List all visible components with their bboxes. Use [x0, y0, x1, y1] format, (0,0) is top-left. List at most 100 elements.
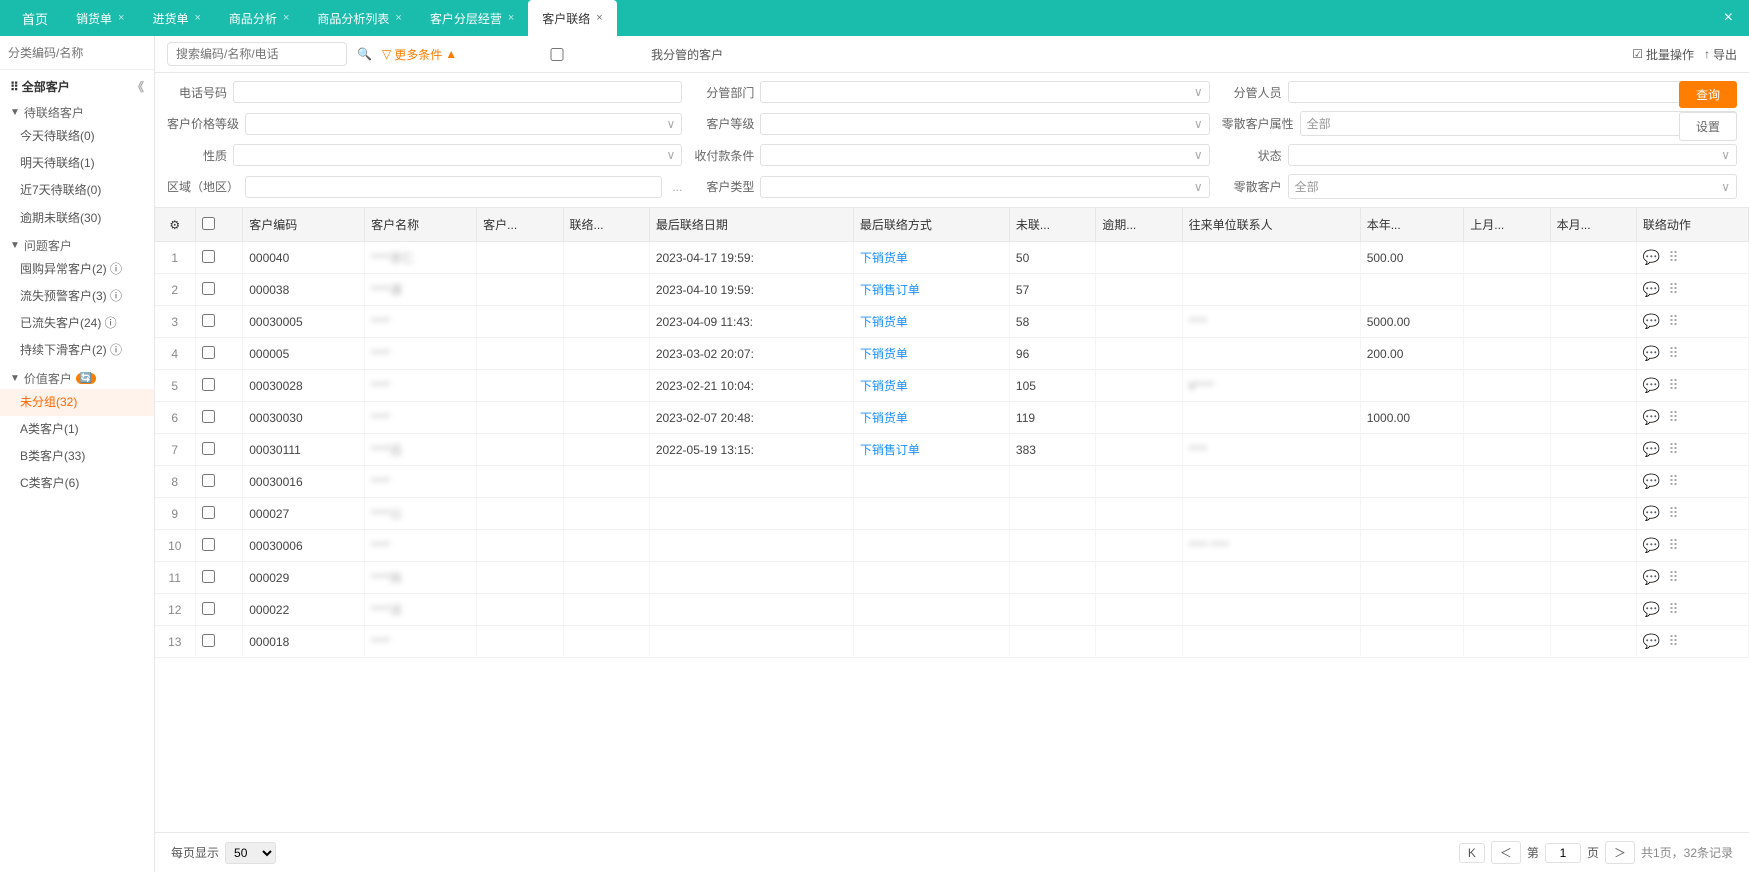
close-all-tabs[interactable]: ×	[1716, 9, 1741, 27]
contact-icon[interactable]: 💬	[1643, 281, 1660, 298]
query-button[interactable]: 查询	[1679, 81, 1737, 108]
filter-region-input[interactable]	[245, 176, 662, 198]
sidebar-item-class-b[interactable]: B类客户(33)	[0, 443, 154, 470]
filter-dept-select[interactable]: ∨	[760, 81, 1209, 103]
row-checkbox[interactable]	[202, 250, 215, 263]
row-checkbox[interactable]	[202, 570, 215, 583]
more-actions-icon[interactable]: ⠿	[1668, 249, 1678, 266]
tab-customer-contact[interactable]: 客户联络 ×	[528, 0, 616, 36]
my-customers-checkbox[interactable]	[467, 48, 647, 61]
contact-icon[interactable]: 💬	[1643, 505, 1660, 522]
cell-checkbox[interactable]	[195, 530, 243, 562]
close-goods-analysis-list-tab[interactable]: ×	[395, 12, 401, 24]
page-number-input[interactable]	[1545, 843, 1581, 863]
sidebar-item-class-a[interactable]: A类客户(1)	[0, 416, 154, 443]
more-actions-icon[interactable]: ⠿	[1668, 441, 1678, 458]
contact-icon[interactable]: 💬	[1643, 377, 1660, 394]
filter-cust-type-select[interactable]: ∨	[760, 176, 1209, 198]
row-checkbox[interactable]	[202, 378, 215, 391]
filter-price-level-select[interactable]: ∨	[245, 113, 682, 135]
th-checkbox[interactable]	[195, 208, 243, 242]
cell-checkbox[interactable]	[195, 466, 243, 498]
row-checkbox[interactable]	[202, 474, 215, 487]
pending-contact-section[interactable]: ▼ 待联络客户	[0, 99, 154, 123]
more-actions-icon[interactable]: ⠿	[1668, 537, 1678, 554]
sidebar-item-abnormal[interactable]: 囤购异常客户(2) ⓘ	[0, 256, 154, 283]
search-input[interactable]	[167, 42, 347, 66]
more-actions-icon[interactable]: ⠿	[1668, 505, 1678, 522]
close-sales-tab[interactable]: ×	[118, 12, 124, 24]
filter-gender-select[interactable]: ∨	[233, 144, 682, 166]
tab-purchase[interactable]: 进货单 ×	[138, 0, 214, 36]
contact-icon[interactable]: 💬	[1643, 441, 1660, 458]
cell-checkbox[interactable]	[195, 274, 243, 306]
cell-checkbox[interactable]	[195, 370, 243, 402]
sidebar-item-declining[interactable]: 持续下滑客户(2) ⓘ	[0, 337, 154, 364]
filter-retail-cust-select[interactable]: 全部 ∨	[1288, 174, 1737, 199]
filter-payment-select[interactable]: ∨	[760, 144, 1209, 166]
cell-checkbox[interactable]	[195, 626, 243, 658]
cell-checkbox[interactable]	[195, 242, 243, 274]
sidebar-item-ungrouped[interactable]: 未分组(32)	[0, 389, 154, 416]
more-actions-icon[interactable]: ⠿	[1668, 345, 1678, 362]
cell-checkbox[interactable]	[195, 594, 243, 626]
tab-customer-segment[interactable]: 客户分层经营 ×	[416, 0, 528, 36]
sidebar-item-tomorrow-pending[interactable]: 明天待联络(1)	[0, 150, 154, 177]
filter-status-select[interactable]: ∨	[1288, 144, 1737, 166]
contact-icon[interactable]: 💬	[1643, 313, 1660, 330]
tab-goods-analysis[interactable]: 商品分析 ×	[215, 0, 303, 36]
row-checkbox[interactable]	[202, 442, 215, 455]
contact-icon[interactable]: 💬	[1643, 249, 1660, 266]
contact-icon[interactable]: 💬	[1643, 345, 1660, 362]
filter-phone-input[interactable]	[233, 81, 682, 103]
sidebar-item-overdue-contact[interactable]: 逾期未联络(30)	[0, 205, 154, 232]
close-goods-analysis-tab[interactable]: ×	[283, 12, 289, 24]
row-checkbox[interactable]	[202, 346, 215, 359]
cell-checkbox[interactable]	[195, 434, 243, 466]
contact-icon[interactable]: 💬	[1643, 633, 1660, 650]
contact-icon[interactable]: 💬	[1643, 409, 1660, 426]
close-purchase-tab[interactable]: ×	[194, 12, 200, 24]
more-actions-icon[interactable]: ⠿	[1668, 601, 1678, 618]
contact-icon[interactable]: 💬	[1643, 537, 1660, 554]
tab-sales[interactable]: 销货单 ×	[62, 0, 138, 36]
close-customer-segment-tab[interactable]: ×	[508, 12, 514, 24]
tab-home[interactable]: 首页	[8, 0, 62, 36]
batch-operation-btn[interactable]: ☑ 批量操作	[1632, 46, 1694, 63]
row-checkbox[interactable]	[202, 410, 215, 423]
export-btn[interactable]: ↑ 导出	[1704, 46, 1737, 63]
filter-region-more-icon[interactable]: ...	[672, 180, 682, 194]
row-checkbox[interactable]	[202, 538, 215, 551]
row-checkbox[interactable]	[202, 282, 215, 295]
contact-icon[interactable]: 💬	[1643, 601, 1660, 618]
all-customers-header[interactable]: ⠿ 全部客户 《	[0, 70, 154, 99]
category-search-input[interactable]	[8, 46, 155, 60]
next-page-btn[interactable]: ＞	[1605, 841, 1635, 864]
cell-checkbox[interactable]	[195, 402, 243, 434]
tab-goods-analysis-list[interactable]: 商品分析列表 ×	[303, 0, 415, 36]
more-actions-icon[interactable]: ⠿	[1668, 409, 1678, 426]
cell-checkbox[interactable]	[195, 338, 243, 370]
first-page-btn[interactable]: K	[1459, 843, 1485, 863]
collapse-sidebar-icon[interactable]: 《	[132, 78, 144, 95]
row-checkbox[interactable]	[202, 506, 215, 519]
more-actions-icon[interactable]: ⠿	[1668, 569, 1678, 586]
cell-checkbox[interactable]	[195, 562, 243, 594]
page-size-select[interactable]: 20 50 100	[225, 842, 276, 864]
filter-retail-attr-select[interactable]: 全部 ∨	[1300, 111, 1737, 136]
more-conditions-btn[interactable]: ▽ 更多条件 ▲	[382, 46, 457, 63]
sidebar-item-churn-warning[interactable]: 流失预警客户(3) ⓘ	[0, 283, 154, 310]
more-actions-icon[interactable]: ⠿	[1668, 633, 1678, 650]
row-checkbox[interactable]	[202, 634, 215, 647]
cell-checkbox[interactable]	[195, 498, 243, 530]
filter-cust-level-select[interactable]: ∨	[760, 113, 1209, 135]
row-checkbox[interactable]	[202, 602, 215, 615]
more-actions-icon[interactable]: ⠿	[1668, 473, 1678, 490]
reset-button[interactable]: 设置	[1679, 112, 1737, 141]
sidebar-item-today-pending[interactable]: 今天待联络(0)	[0, 123, 154, 150]
filter-manager-input[interactable]	[1288, 81, 1717, 103]
more-actions-icon[interactable]: ⠿	[1668, 281, 1678, 298]
select-all-checkbox[interactable]	[202, 217, 215, 230]
more-actions-icon[interactable]: ⠿	[1668, 313, 1678, 330]
contact-icon[interactable]: 💬	[1643, 569, 1660, 586]
